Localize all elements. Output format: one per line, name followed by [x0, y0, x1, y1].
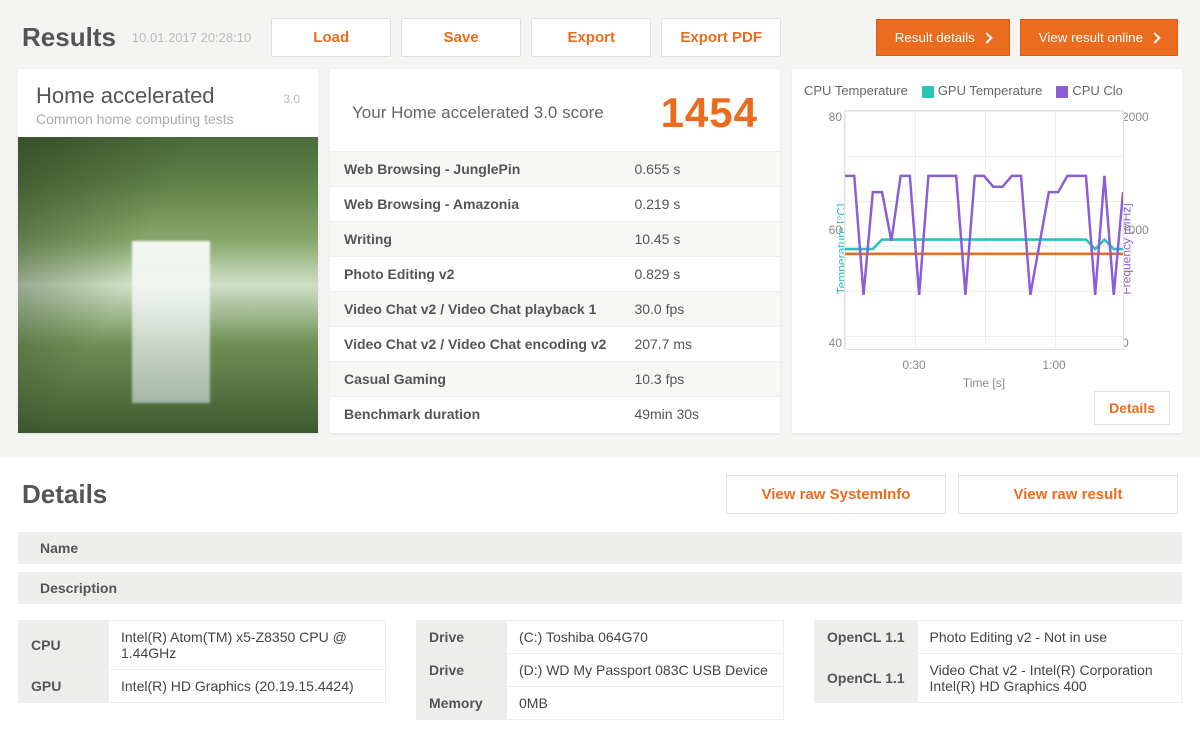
chevron-right-icon	[1149, 32, 1160, 43]
chart-card: CPU Temperature GPU Temperature CPU Clo …	[792, 69, 1182, 433]
spec-value: (D:) WD My Passport 083C USB Device	[507, 654, 784, 687]
details-title: Details	[22, 479, 714, 510]
spec-value: Intel(R) HD Graphics (20.19.15.4424)	[109, 670, 386, 703]
spec-value: (C:) Toshiba 064G70	[507, 621, 784, 654]
spec-value: Video Chat v2 - Intel(R) Corporation Int…	[917, 654, 1181, 703]
spec-table-2: Drive(C:) Toshiba 064G70Drive(D:) WD My …	[416, 620, 784, 720]
metric-name: Video Chat v2 / Video Chat encoding v2	[330, 327, 620, 362]
view-online-button[interactable]: View result online	[1020, 19, 1178, 56]
line-chart	[844, 110, 1124, 350]
spec-key: Memory	[417, 687, 507, 720]
table-row: Casual Gaming10.3 fps	[330, 362, 780, 397]
suite-version: 3.0	[283, 92, 300, 106]
table-row: Drive(C:) Toshiba 064G70	[417, 621, 784, 654]
metric-name: Web Browsing - JunglePin	[330, 152, 620, 187]
suite-subtitle: Common home computing tests	[36, 111, 300, 127]
table-row: Benchmark duration49min 30s	[330, 397, 780, 432]
metric-value: 49min 30s	[620, 397, 780, 432]
table-row: Web Browsing - JunglePin0.655 s	[330, 152, 780, 187]
metric-name: Casual Gaming	[330, 362, 620, 397]
score-value: 1454	[661, 89, 758, 137]
view-raw-result-button[interactable]: View raw result	[958, 475, 1178, 514]
spec-key: GPU	[19, 670, 109, 703]
chart-details-button[interactable]: Details	[1094, 391, 1170, 425]
result-details-button[interactable]: Result details	[876, 19, 1010, 56]
suite-thumbnail	[18, 137, 318, 433]
results-title: Results	[22, 22, 116, 53]
spec-grid: CPUIntel(R) Atom(TM) x5-Z8350 CPU @ 1.44…	[0, 606, 1200, 720]
spec-value: Photo Editing v2 - Not in use	[917, 621, 1181, 654]
spec-key: OpenCL 1.1	[815, 621, 918, 654]
table-row: Writing10.45 s	[330, 222, 780, 257]
view-systeminfo-button[interactable]: View raw SystemInfo	[726, 475, 946, 514]
table-row: GPUIntel(R) HD Graphics (20.19.15.4424)	[19, 670, 386, 703]
chevron-right-icon	[981, 32, 992, 43]
spec-key: CPU	[19, 621, 109, 670]
metric-name: Benchmark duration	[330, 397, 620, 432]
details-section: Details View raw SystemInfo View raw res…	[0, 457, 1200, 740]
spec-table-3: OpenCL 1.1Photo Editing v2 - Not in useO…	[814, 620, 1182, 703]
legend-cpu-temp: CPU Temperature	[804, 83, 908, 98]
metric-value: 10.45 s	[620, 222, 780, 257]
suite-name: Home accelerated	[36, 83, 215, 109]
table-row: Web Browsing - Amazonia0.219 s	[330, 187, 780, 222]
view-online-label: View result online	[1039, 30, 1143, 45]
save-button[interactable]: Save	[401, 18, 521, 57]
x-ticks: 0:301:00	[844, 358, 1124, 372]
metric-name: Web Browsing - Amazonia	[330, 187, 620, 222]
spec-value: 0MB	[507, 687, 784, 720]
score-label: Your Home accelerated 3.0 score	[352, 103, 604, 123]
metric-value: 10.3 fps	[620, 362, 780, 397]
export-pdf-button[interactable]: Export PDF	[661, 18, 781, 57]
table-row: OpenCL 1.1Video Chat v2 - Intel(R) Corpo…	[815, 654, 1182, 703]
spec-key: Drive	[417, 621, 507, 654]
load-button[interactable]: Load	[271, 18, 391, 57]
spec-key: Drive	[417, 654, 507, 687]
chart-area: Temperature [°C] Frequency [MHz] 806040 …	[798, 104, 1170, 394]
legend-gpu-temp: GPU Temperature	[922, 83, 1043, 98]
metric-value: 0.655 s	[620, 152, 780, 187]
table-row: Photo Editing v20.829 s	[330, 257, 780, 292]
metric-name: Video Chat v2 / Video Chat playback 1	[330, 292, 620, 327]
metric-name: Writing	[330, 222, 620, 257]
x-axis-label: Time [s]	[798, 376, 1170, 390]
legend-cpu-clock: CPU Clo	[1056, 83, 1123, 98]
chart-legend: CPU Temperature GPU Temperature CPU Clo	[798, 83, 1170, 98]
y-ticks-left: 806040	[820, 110, 842, 350]
suite-card: Home accelerated 3.0 Common home computi…	[18, 69, 318, 433]
table-row: OpenCL 1.1Photo Editing v2 - Not in use	[815, 621, 1182, 654]
metrics-table: Web Browsing - JunglePin0.655 sWeb Brows…	[330, 151, 780, 431]
metric-value: 207.7 ms	[620, 327, 780, 362]
export-button[interactable]: Export	[531, 18, 651, 57]
y-ticks-right: 200010000	[1122, 110, 1152, 350]
metric-value: 0.829 s	[620, 257, 780, 292]
score-card: Your Home accelerated 3.0 score 1454 Web…	[330, 69, 780, 433]
table-row: Drive(D:) WD My Passport 083C USB Device	[417, 654, 784, 687]
table-row: Video Chat v2 / Video Chat playback 130.…	[330, 292, 780, 327]
metric-value: 0.219 s	[620, 187, 780, 222]
table-row: CPUIntel(R) Atom(TM) x5-Z8350 CPU @ 1.44…	[19, 621, 386, 670]
spec-value: Intel(R) Atom(TM) x5-Z8350 CPU @ 1.44GHz	[109, 621, 386, 670]
table-row: Memory0MB	[417, 687, 784, 720]
spec-table-1: CPUIntel(R) Atom(TM) x5-Z8350 CPU @ 1.44…	[18, 620, 386, 703]
result-details-label: Result details	[895, 30, 975, 45]
results-header: Results 10.01.2017 20:28:10 Load Save Ex…	[0, 0, 1200, 69]
details-name-row: Name	[18, 532, 1182, 564]
metric-value: 30.0 fps	[620, 292, 780, 327]
results-timestamp: 10.01.2017 20:28:10	[132, 30, 251, 45]
summary-row: Home accelerated 3.0 Common home computi…	[0, 69, 1200, 433]
table-row: Video Chat v2 / Video Chat encoding v220…	[330, 327, 780, 362]
spec-key: OpenCL 1.1	[815, 654, 918, 703]
details-description-row: Description	[18, 572, 1182, 604]
metric-name: Photo Editing v2	[330, 257, 620, 292]
